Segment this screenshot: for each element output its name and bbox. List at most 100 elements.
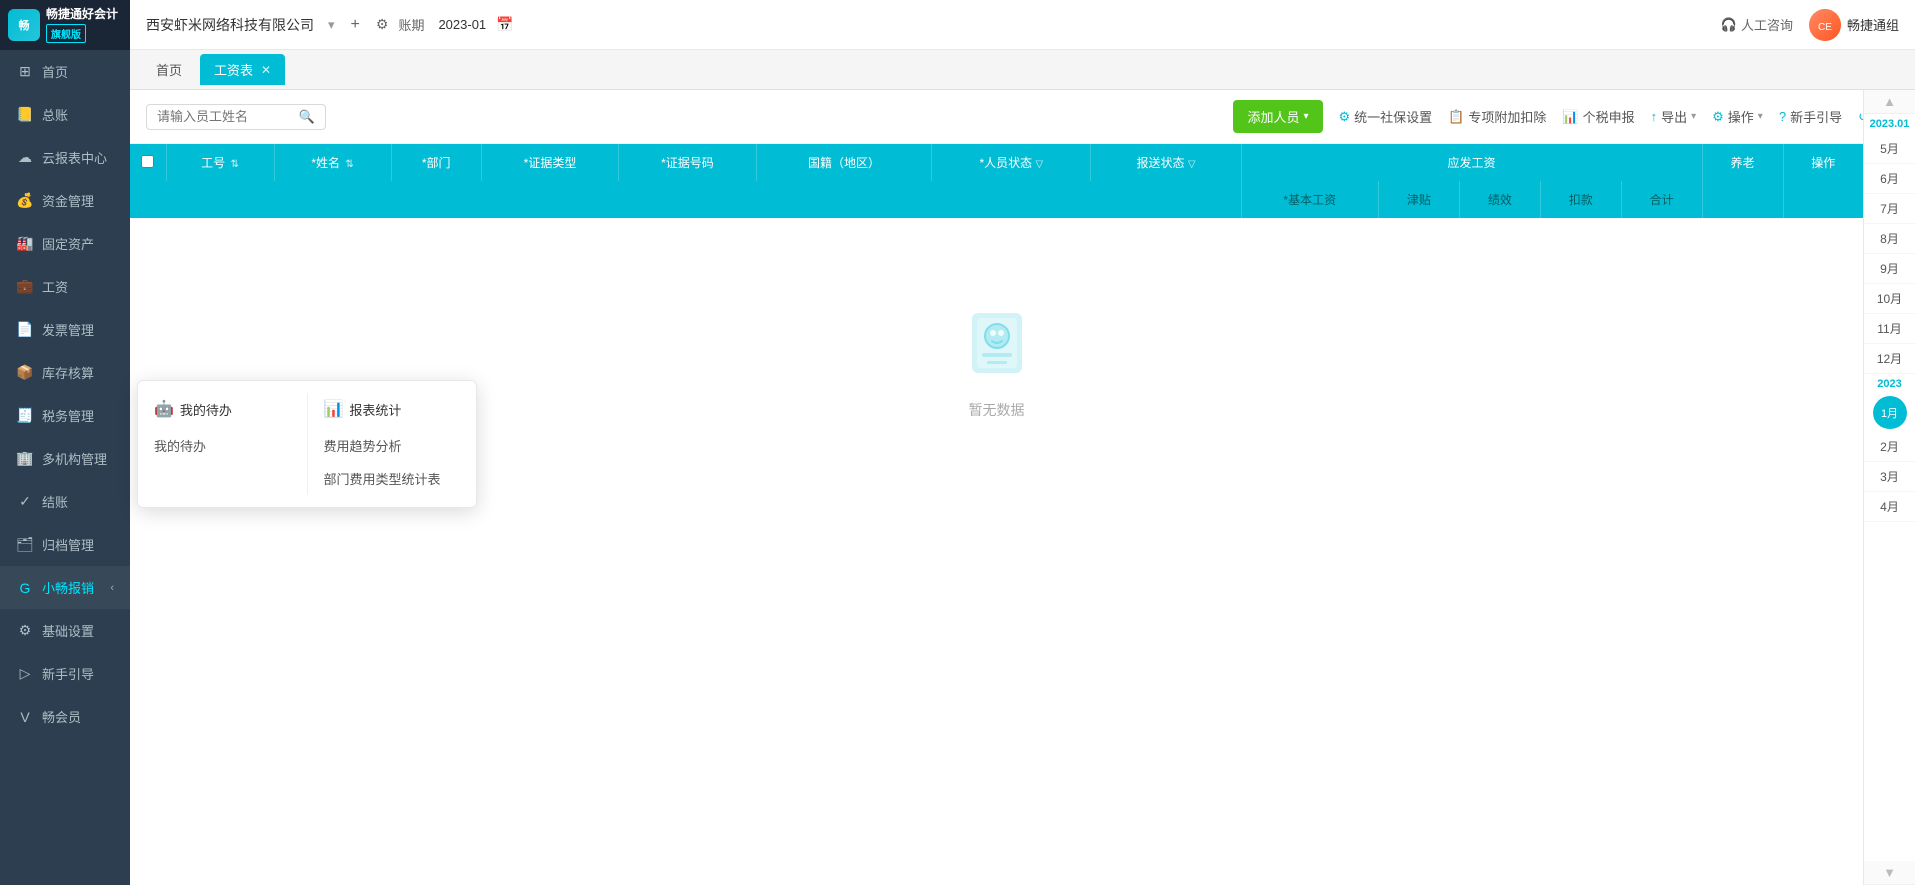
- sidebar-item-member[interactable]: V 畅会员: [0, 695, 130, 738]
- social-security-icon: ⚙: [1339, 109, 1351, 125]
- expense-trend-item[interactable]: 费用趋势分析: [324, 429, 461, 462]
- subth-deduction: 扣款: [1540, 181, 1621, 218]
- social-security-action[interactable]: ⚙ 统一社保设置: [1339, 107, 1433, 126]
- sidebar-item-label: 归档管理: [42, 535, 94, 554]
- period-label: 账期: [398, 15, 424, 34]
- todo-title: 我的待办: [180, 400, 232, 419]
- sidebar-item-funds[interactable]: 💰 资金管理: [0, 179, 130, 222]
- user-name: 畅捷通组: [1847, 15, 1899, 34]
- subth-total: 合计: [1621, 181, 1702, 218]
- name-sort-icon[interactable]: ⇅: [345, 159, 353, 170]
- th-salary-group: 应发工资: [1241, 144, 1702, 181]
- sidebar-item-label: 小畅报销: [42, 578, 94, 597]
- topbar-add[interactable]: +: [351, 16, 360, 34]
- report-filter-icon[interactable]: ▽: [1188, 159, 1196, 170]
- report-title: 报表统计: [349, 400, 401, 419]
- basic-icon: ⚙: [16, 622, 34, 640]
- company-dropdown[interactable]: ▾: [328, 17, 335, 33]
- month-item-sep[interactable]: 9月: [1864, 254, 1915, 284]
- funds-icon: 💰: [16, 192, 34, 210]
- logo-badge: 旗舰版: [46, 24, 86, 43]
- subheader-spacer: [130, 181, 1241, 218]
- sidebar-item-archive[interactable]: 🗂 归档管理: [0, 523, 130, 566]
- export-action[interactable]: ↑ 导出 ▾: [1651, 107, 1697, 126]
- empty-text: 暂无数据: [969, 400, 1025, 420]
- subth-operation: [1783, 181, 1863, 218]
- month-item-jan-active[interactable]: 1月: [1873, 396, 1907, 430]
- todo-item[interactable]: 我的待办: [154, 429, 291, 462]
- guide-label: 新手引导: [1790, 107, 1842, 126]
- personal-tax-icon: 📊: [1562, 109, 1578, 125]
- sidebar-item-invoice[interactable]: 📄 发票管理: [0, 308, 130, 351]
- tab-home[interactable]: 首页: [142, 54, 196, 85]
- tab-close-icon[interactable]: ✕: [261, 63, 271, 77]
- calendar-icon[interactable]: 📅: [496, 16, 513, 33]
- user-info[interactable]: CE 畅捷通组: [1809, 9, 1899, 41]
- special-deduction-action[interactable]: 📋 专项附加扣除: [1448, 107, 1546, 126]
- month-item-may[interactable]: 5月: [1864, 134, 1915, 164]
- month-item-nov[interactable]: 11月: [1864, 314, 1915, 344]
- special-deduction-label: 专项附加扣除: [1468, 107, 1546, 126]
- personal-tax-action[interactable]: 📊 个税申报: [1562, 107, 1634, 126]
- support-button[interactable]: 🎧 人工咨询: [1721, 15, 1793, 34]
- dropdown-col-report: 📊 报表统计 费用趋势分析 部门费用类型统计表: [307, 393, 477, 495]
- year-label: 2023.01: [1868, 114, 1912, 134]
- month-item-aug[interactable]: 8月: [1864, 224, 1915, 254]
- sidebar-nav: ⊞ 首页 📒 总账 ☁ 云报表中心 💰 资金管理 🏭 固定资产 💼 工资 📄 发…: [0, 50, 130, 885]
- sidebar-item-ledger[interactable]: 📒 总账: [0, 93, 130, 136]
- sidebar-item-label: 税务管理: [42, 406, 94, 425]
- month-nav-up[interactable]: ▲: [1864, 90, 1915, 114]
- svg-text:CE: CE: [1818, 22, 1832, 33]
- sidebar: 畅 畅捷通好会计 旗舰版 ⊞ 首页 📒 总账 ☁ 云报表中心 💰 资金管理 🏭 …: [0, 0, 130, 885]
- month-item-apr[interactable]: 4月: [1864, 492, 1915, 522]
- month-nav-down[interactable]: ▼: [1864, 861, 1915, 885]
- guide-icon: ?: [1779, 109, 1786, 124]
- salary-icon: 💼: [16, 278, 34, 296]
- sort-icon[interactable]: ⇅: [230, 159, 238, 170]
- month-item-feb[interactable]: 2月: [1864, 432, 1915, 462]
- month-item-oct[interactable]: 10月: [1864, 284, 1915, 314]
- subth-pension: [1702, 181, 1783, 218]
- period-value[interactable]: 2023-01: [438, 17, 486, 32]
- new-guide-action[interactable]: ? 新手引导: [1779, 107, 1842, 126]
- tab-salary-sheet[interactable]: 工资表 ✕: [200, 54, 285, 85]
- topbar: 西安虾米网络科技有限公司 ▾ + ⚙ 账期 2023-01 📅 🎧 人工咨询: [130, 0, 1915, 50]
- operation-dropdown-icon: ▾: [1758, 111, 1763, 122]
- export-icon: ↑: [1651, 109, 1658, 124]
- sidebar-item-tax[interactable]: 🧾 税务管理: [0, 394, 130, 437]
- dropdown-col-todo: 🤖 我的待办 我的待办: [138, 393, 307, 495]
- guide-icon: ▷: [16, 665, 34, 683]
- month-item-mar[interactable]: 3月: [1864, 462, 1915, 492]
- sidebar-item-expense[interactable]: G 小畅报销 ‹: [0, 566, 130, 609]
- search-input[interactable]: [157, 109, 293, 124]
- personnel-filter-icon[interactable]: ▽: [1036, 159, 1044, 170]
- th-id-number: *证据号码: [619, 144, 756, 181]
- operation-action[interactable]: ⚙ 操作 ▾: [1712, 107, 1763, 126]
- month-item-jun[interactable]: 6月: [1864, 164, 1915, 194]
- sidebar-item-assets[interactable]: 🏭 固定资产: [0, 222, 130, 265]
- sidebar-item-cloud[interactable]: ☁ 云报表中心: [0, 136, 130, 179]
- sidebar-item-label: 畅会员: [42, 707, 81, 726]
- month-item-jul[interactable]: 7月: [1864, 194, 1915, 224]
- th-department: *部门: [391, 144, 481, 181]
- user-avatar: CE: [1809, 9, 1841, 41]
- select-all-header[interactable]: [130, 144, 166, 181]
- month-item-dec[interactable]: 12月: [1864, 344, 1915, 374]
- sidebar-item-inventory[interactable]: 📦 库存核算: [0, 351, 130, 394]
- select-all-checkbox[interactable]: [141, 155, 154, 168]
- dept-expense-item[interactable]: 部门费用类型统计表: [324, 462, 461, 495]
- sidebar-item-basic[interactable]: ⚙ 基础设置: [0, 609, 130, 652]
- sidebar-item-home[interactable]: ⊞ 首页: [0, 50, 130, 93]
- sidebar-item-settle[interactable]: ✓ 结账: [0, 480, 130, 523]
- member-icon: V: [16, 708, 34, 726]
- topbar-settings[interactable]: ⚙: [376, 16, 389, 33]
- multi-icon: 🏢: [16, 450, 34, 468]
- sidebar-item-label: 工资: [42, 277, 68, 296]
- settle-icon: ✓: [16, 493, 34, 511]
- sidebar-item-guide[interactable]: ▷ 新手引导: [0, 652, 130, 695]
- add-employee-button[interactable]: 添加人员 ▾: [1233, 100, 1322, 133]
- sidebar-item-multi[interactable]: 🏢 多机构管理: [0, 437, 130, 480]
- sidebar-item-salary[interactable]: 💼 工资: [0, 265, 130, 308]
- inventory-icon: 📦: [16, 364, 34, 382]
- add-employee-label: 添加人员: [1247, 107, 1299, 126]
